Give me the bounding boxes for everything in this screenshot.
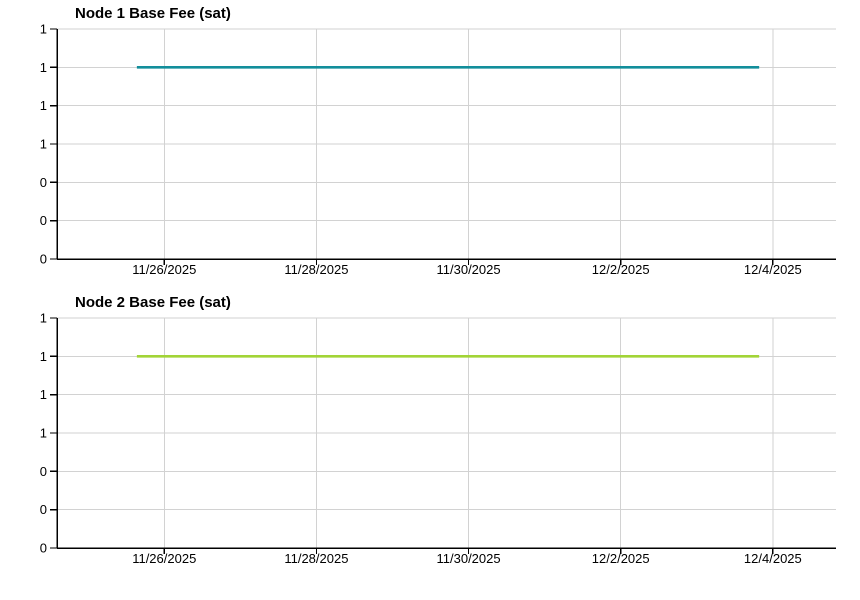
x-tick-label: 11/26/2025 [132, 551, 196, 566]
node2-base-fee-chart: 1 1 1 1 0 0 0 11/26/2025 11/28/2025 11/30/2025 12/… [0, 289, 860, 577]
y-tick-label: 0 [40, 213, 47, 228]
x-tick-label: 11/26/2025 [132, 262, 196, 277]
y-tick-label: 1 [40, 137, 47, 152]
node1-base-fee-chart: 1 1 1 1 0 0 0 11/26/2025 11/28/2025 11/30/2025 12/… [0, 0, 860, 288]
x-tick-label: 12/4/2025 [744, 551, 802, 566]
y-tick-label: 0 [40, 175, 47, 190]
y-tick-label: 0 [40, 502, 47, 517]
y-tick-label: 1 [40, 311, 47, 326]
y-tick-label: 1 [40, 98, 47, 113]
charts-page: 1 1 1 1 0 0 0 11/26/2025 11/28/2025 11/30/2025 12/… [0, 0, 860, 600]
x-tick-label: 12/2/2025 [592, 551, 650, 566]
y-tick-label: 1 [40, 22, 47, 37]
y-tick-label: 1 [40, 387, 47, 402]
node2-chart-title: Node 2 Base Fee (sat) [75, 294, 231, 311]
x-tick-label: 12/4/2025 [744, 262, 802, 277]
node1-chart-title: Node 1 Base Fee (sat) [75, 5, 231, 22]
x-tick-label: 12/2/2025 [592, 262, 650, 277]
y-tick-label: 0 [40, 464, 47, 479]
y-tick-label: 1 [40, 349, 47, 364]
y-tick-label: 1 [40, 60, 47, 75]
y-tick-label: 0 [40, 541, 47, 556]
node1-chart-canvas: 1 1 1 1 0 0 0 11/26/2025 11/28/2025 11/30/2025 12/… [0, 0, 860, 288]
y-tick-label: 1 [40, 426, 47, 441]
node2-chart-canvas: 1 1 1 1 0 0 0 11/26/2025 11/28/2025 11/30/2025 12/… [0, 289, 860, 577]
y-tick-label: 0 [40, 252, 47, 267]
x-tick-label: 11/30/2025 [437, 262, 501, 277]
x-tick-label: 11/28/2025 [284, 551, 348, 566]
x-tick-label: 11/30/2025 [437, 551, 501, 566]
x-tick-label: 11/28/2025 [284, 262, 348, 277]
